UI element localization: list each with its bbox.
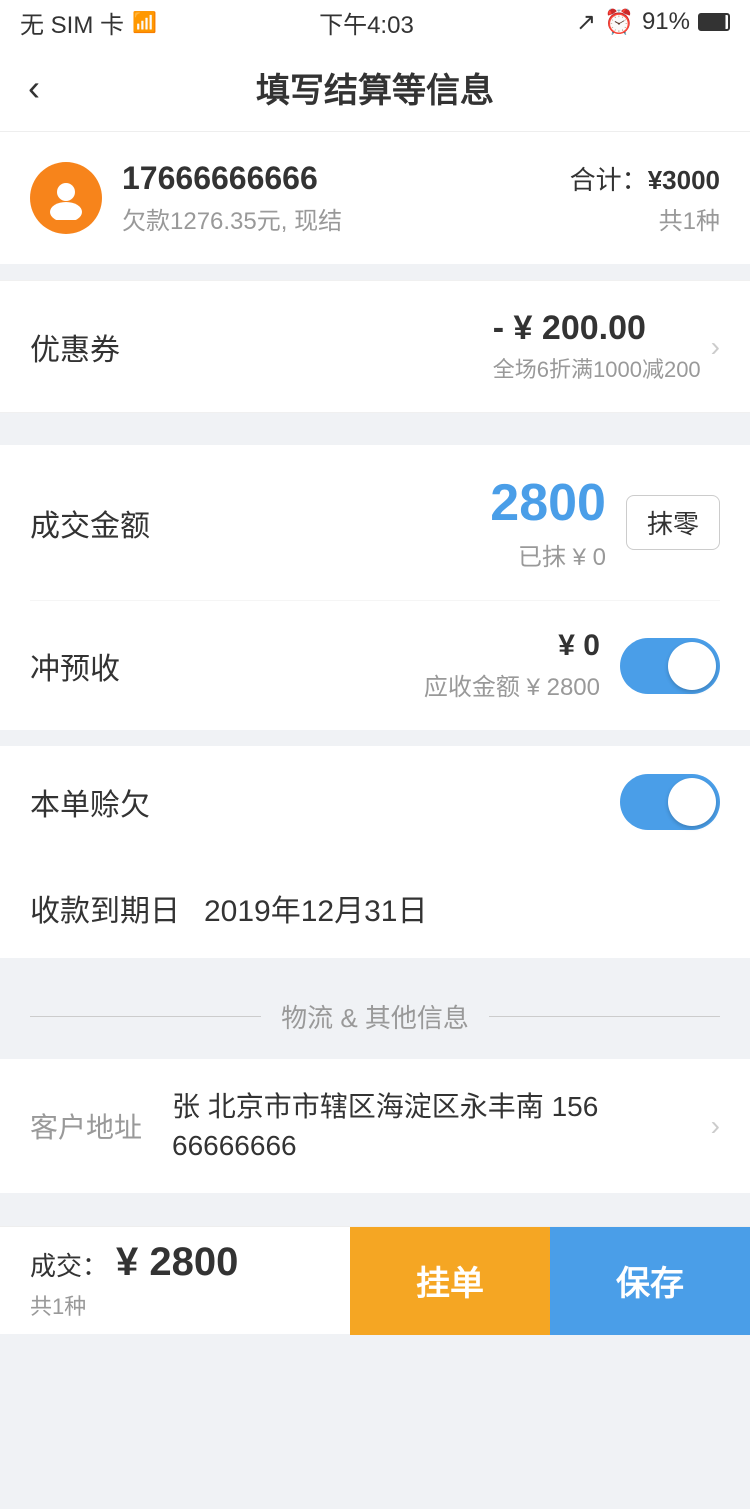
due-date-row: 收款到期日 2019年12月31日 xyxy=(0,858,750,958)
coupon-discount: - ¥ 200.00 xyxy=(493,309,701,348)
address-row[interactable]: 客户地址 张 北京市市辖区海淀区永丰南 156 66666666 › xyxy=(0,1059,750,1193)
battery-label: 91% xyxy=(642,8,690,36)
divider-line-left xyxy=(30,1016,261,1017)
round-button[interactable]: 抹零 xyxy=(626,495,720,550)
debt-row: 本单赊欠 xyxy=(30,746,720,858)
customer-card: 17666666666 欠款1276.35元, 现结 合计：¥3000 共1种 xyxy=(0,132,750,264)
hang-order-button[interactable]: 挂单 xyxy=(350,1227,550,1335)
debt-label: 本单赊欠 xyxy=(30,780,150,824)
back-button[interactable]: ‹ xyxy=(28,67,40,109)
status-time: 下午4:03 xyxy=(319,5,414,40)
divider-line-right xyxy=(489,1016,720,1017)
chongyu-right-wrap: ¥ 0 应收金额 ¥ 2800 xyxy=(424,629,720,702)
customer-left: 17666666666 欠款1276.35元, 现结 xyxy=(30,160,342,236)
total-count: 共1种 xyxy=(570,201,720,236)
status-left: 无 SIM 卡 📶 xyxy=(20,5,157,40)
chongyu-amount: ¥ 0 xyxy=(424,629,600,663)
deal-amount-right: 2800 已抹 ¥ 0 抹零 xyxy=(490,473,720,572)
chongyu-row: 冲预收 ¥ 0 应收金额 ¥ 2800 xyxy=(30,601,720,730)
debt-toggle-knob xyxy=(668,778,716,826)
save-button[interactable]: 保存 xyxy=(550,1227,750,1335)
debt-section: 本单赊欠 xyxy=(0,746,750,858)
carrier-label: 无 SIM 卡 xyxy=(20,5,124,40)
status-right: ↗ ⏰ 91% xyxy=(576,8,730,37)
coupon-row[interactable]: 优惠券 - ¥ 200.00 全场6折满1000减200 › xyxy=(0,280,750,413)
total-label: 合计：¥3000 xyxy=(570,160,720,197)
nav-bar: ‹ 填写结算等信息 xyxy=(0,44,750,132)
separator-2 xyxy=(0,730,750,746)
location-icon: ↗ xyxy=(576,8,596,37)
due-date-label: 收款到期日 xyxy=(30,886,180,930)
bottom-deal-prefix: 成交： xyxy=(30,1246,108,1283)
bottom-summary: 成交： ¥ 2800 共1种 xyxy=(0,1240,350,1321)
page-title: 填写结算等信息 xyxy=(256,63,494,112)
deal-amount-row: 成交金额 2800 已抹 ¥ 0 抹零 xyxy=(30,445,720,601)
debt-right xyxy=(620,774,720,830)
separator-3 xyxy=(0,958,750,974)
customer-subinfo: 欠款1276.35元, 现结 xyxy=(122,201,342,236)
coupon-desc: 全场6折满1000减200 xyxy=(493,352,701,384)
deal-amount-value: 2800 xyxy=(490,473,606,533)
address-value: 张 北京市市辖区海淀区永丰南 156 66666666 xyxy=(172,1087,701,1165)
coupon-label: 优惠券 xyxy=(30,325,120,369)
coupon-right: - ¥ 200.00 全场6折满1000减200 › xyxy=(493,309,720,384)
separator-1 xyxy=(0,429,750,445)
customer-info: 17666666666 欠款1276.35元, 现结 xyxy=(122,160,342,236)
bottom-deal-amount: ¥ 2800 xyxy=(116,1240,238,1285)
chongyu-values: ¥ 0 应收金额 ¥ 2800 xyxy=(424,629,600,702)
address-arrow-icon: › xyxy=(711,1110,720,1142)
due-date-card: 收款到期日 2019年12月31日 xyxy=(0,858,750,958)
due-date-value: 2019年12月31日 xyxy=(204,886,427,930)
deal-amount-sub: 已抹 ¥ 0 xyxy=(490,537,606,572)
alarm-icon: ⏰ xyxy=(604,8,634,37)
bottom-bar: 成交： ¥ 2800 共1种 挂单 保存 xyxy=(0,1226,750,1334)
chongyu-sub: 应收金额 ¥ 2800 xyxy=(424,667,600,702)
customer-phone: 17666666666 xyxy=(122,160,342,197)
bottom-count: 共1种 xyxy=(30,1289,320,1321)
coupon-arrow-icon: › xyxy=(711,331,720,363)
address-label: 客户地址 xyxy=(30,1106,142,1146)
bottom-deal: 成交： ¥ 2800 xyxy=(30,1240,320,1285)
chongyu-label: 冲预收 xyxy=(30,644,120,688)
battery-icon xyxy=(698,13,730,31)
wifi-icon: 📶 xyxy=(132,10,157,35)
customer-right: 合计：¥3000 共1种 xyxy=(570,160,720,236)
logistics-divider: 物流 & 其他信息 xyxy=(0,974,750,1059)
amount-section: 成交金额 2800 已抹 ¥ 0 抹零 冲预收 ¥ 0 应收金额 ¥ 2800 xyxy=(0,445,750,730)
logistics-label: 物流 & 其他信息 xyxy=(261,998,489,1035)
status-bar: 无 SIM 卡 📶 下午4:03 ↗ ⏰ 91% xyxy=(0,0,750,44)
deal-amount-label: 成交金额 xyxy=(30,501,150,545)
chongyu-toggle[interactable] xyxy=(620,638,720,694)
avatar xyxy=(30,162,102,234)
toggle-knob xyxy=(668,642,716,690)
debt-toggle[interactable] xyxy=(620,774,720,830)
